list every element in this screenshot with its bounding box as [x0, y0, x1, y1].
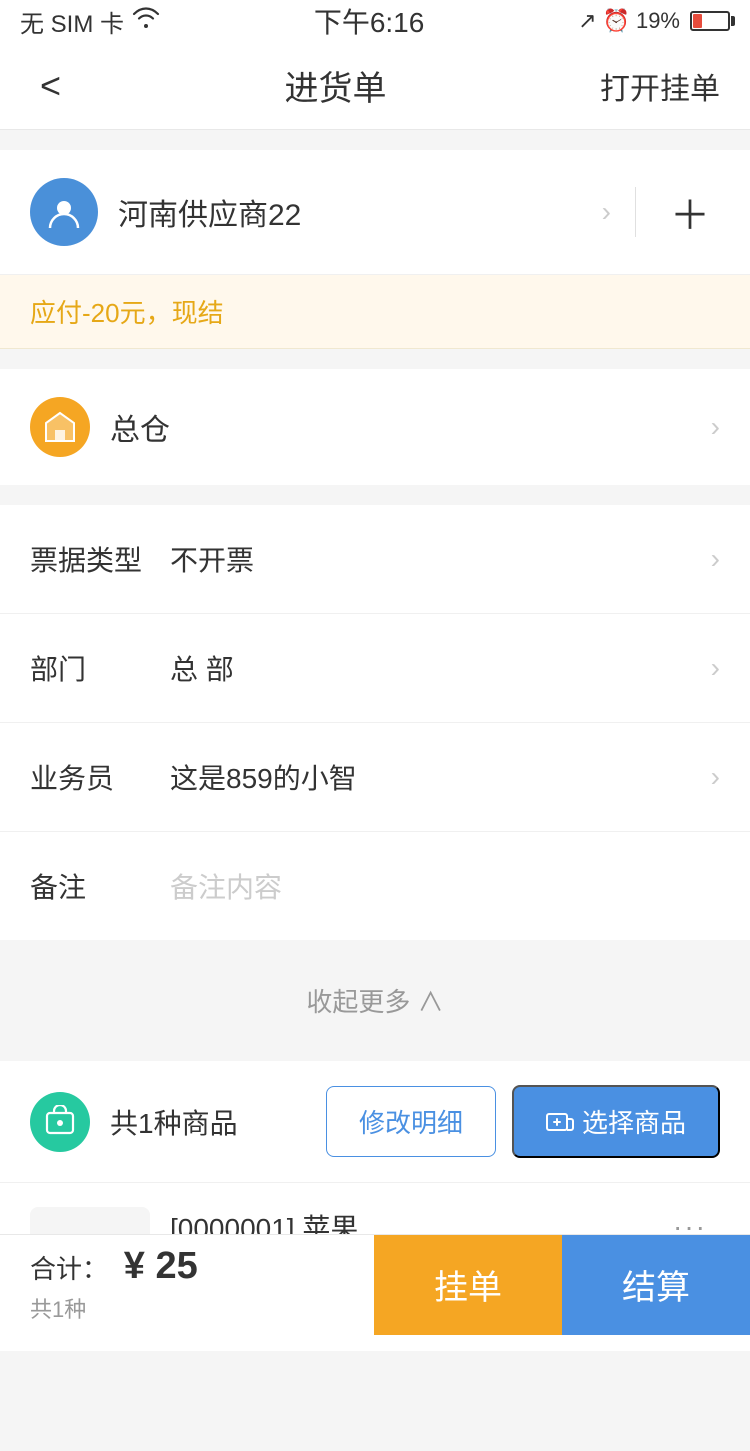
dept-label: 部门 — [30, 648, 150, 688]
remark-label: 备注 — [30, 866, 150, 906]
status-time: 下午6:16 — [314, 1, 425, 41]
supplier-avatar — [30, 178, 98, 246]
warehouse-section[interactable]: 总仓 › — [0, 369, 750, 485]
checkout-button[interactable]: 结算 — [562, 1235, 750, 1335]
dept-chevron-icon: › — [711, 652, 720, 684]
total-amount: ¥ 25 — [124, 1245, 198, 1287]
wifi-icon — [132, 7, 160, 36]
invoice-label: 票据类型 — [30, 539, 150, 579]
open-hang-button[interactable]: 打开挂单 — [600, 64, 720, 108]
warehouse-name: 总仓 — [110, 405, 701, 449]
warehouse-icon — [30, 397, 90, 457]
product-header: 共1种商品 修改明细 选择商品 — [0, 1061, 750, 1183]
select-product-label: 选择商品 — [582, 1103, 686, 1140]
notice-bar: 应付-20元，现结 — [0, 275, 750, 349]
add-button[interactable]: ＋ — [660, 183, 720, 241]
product-count-icon — [30, 1092, 90, 1152]
total-sub: 共1种 — [30, 1292, 344, 1324]
status-bar: 无 SIM 卡 下午6:16 ↗ ⏰ 19% — [0, 0, 750, 42]
footer: 合计： ¥ 25 共1种 挂单 结算 — [0, 1234, 750, 1334]
supplier-section: 河南供应商22 › ＋ 应付-20元，现结 — [0, 150, 750, 349]
sales-row[interactable]: 业务员 这是859的小智 › — [0, 723, 750, 832]
invoice-row[interactable]: 票据类型 不开票 › — [0, 505, 750, 614]
dept-row[interactable]: 部门 总 部 › — [0, 614, 750, 723]
collapse-label: 收起更多 ∧ — [306, 987, 443, 1017]
location-icon: ↗ — [578, 8, 596, 34]
supplier-divider — [635, 187, 636, 237]
supplier-name: 河南供应商22 — [118, 190, 592, 234]
supplier-chevron-icon: › — [602, 196, 611, 228]
sales-label: 业务员 — [30, 757, 150, 797]
footer-total: 合计： ¥ 25 共1种 — [0, 1245, 374, 1324]
form-section: 票据类型 不开票 › 部门 总 部 › 业务员 这是859的小智 › 备注 备注… — [0, 505, 750, 940]
battery-percent: 19% — [636, 8, 680, 34]
product-count-text: 共1种商品 — [110, 1102, 326, 1142]
page-title: 进货单 — [285, 61, 387, 110]
select-product-button[interactable]: 选择商品 — [512, 1085, 720, 1158]
sales-chevron-icon: › — [711, 761, 720, 793]
battery-icon — [690, 11, 730, 31]
back-button[interactable]: < — [30, 55, 71, 117]
status-right: ↗ ⏰ 19% — [578, 8, 730, 34]
total-label: 合计： — [30, 1254, 108, 1284]
status-left: 无 SIM 卡 — [20, 4, 160, 39]
remark-row[interactable]: 备注 备注内容 — [0, 832, 750, 940]
warehouse-chevron-icon: › — [711, 411, 720, 443]
sales-value: 这是859的小智 — [170, 757, 701, 797]
notice-text: 应付-20元，现结 — [30, 298, 224, 328]
invoice-value: 不开票 — [170, 539, 701, 579]
carrier-text: 无 SIM 卡 — [20, 4, 124, 39]
dept-value: 总 部 — [170, 648, 701, 688]
hang-button[interactable]: 挂单 — [374, 1235, 562, 1335]
alarm-icon: ⏰ — [603, 8, 630, 34]
invoice-chevron-icon: › — [711, 543, 720, 575]
remark-input[interactable]: 备注内容 — [170, 866, 720, 906]
supplier-row[interactable]: 河南供应商22 › ＋ — [0, 150, 750, 275]
modify-detail-button[interactable]: 修改明细 — [326, 1086, 496, 1157]
collapse-bar[interactable]: 收起更多 ∧ — [0, 960, 750, 1041]
nav-bar: < 进货单 打开挂单 — [0, 42, 750, 130]
